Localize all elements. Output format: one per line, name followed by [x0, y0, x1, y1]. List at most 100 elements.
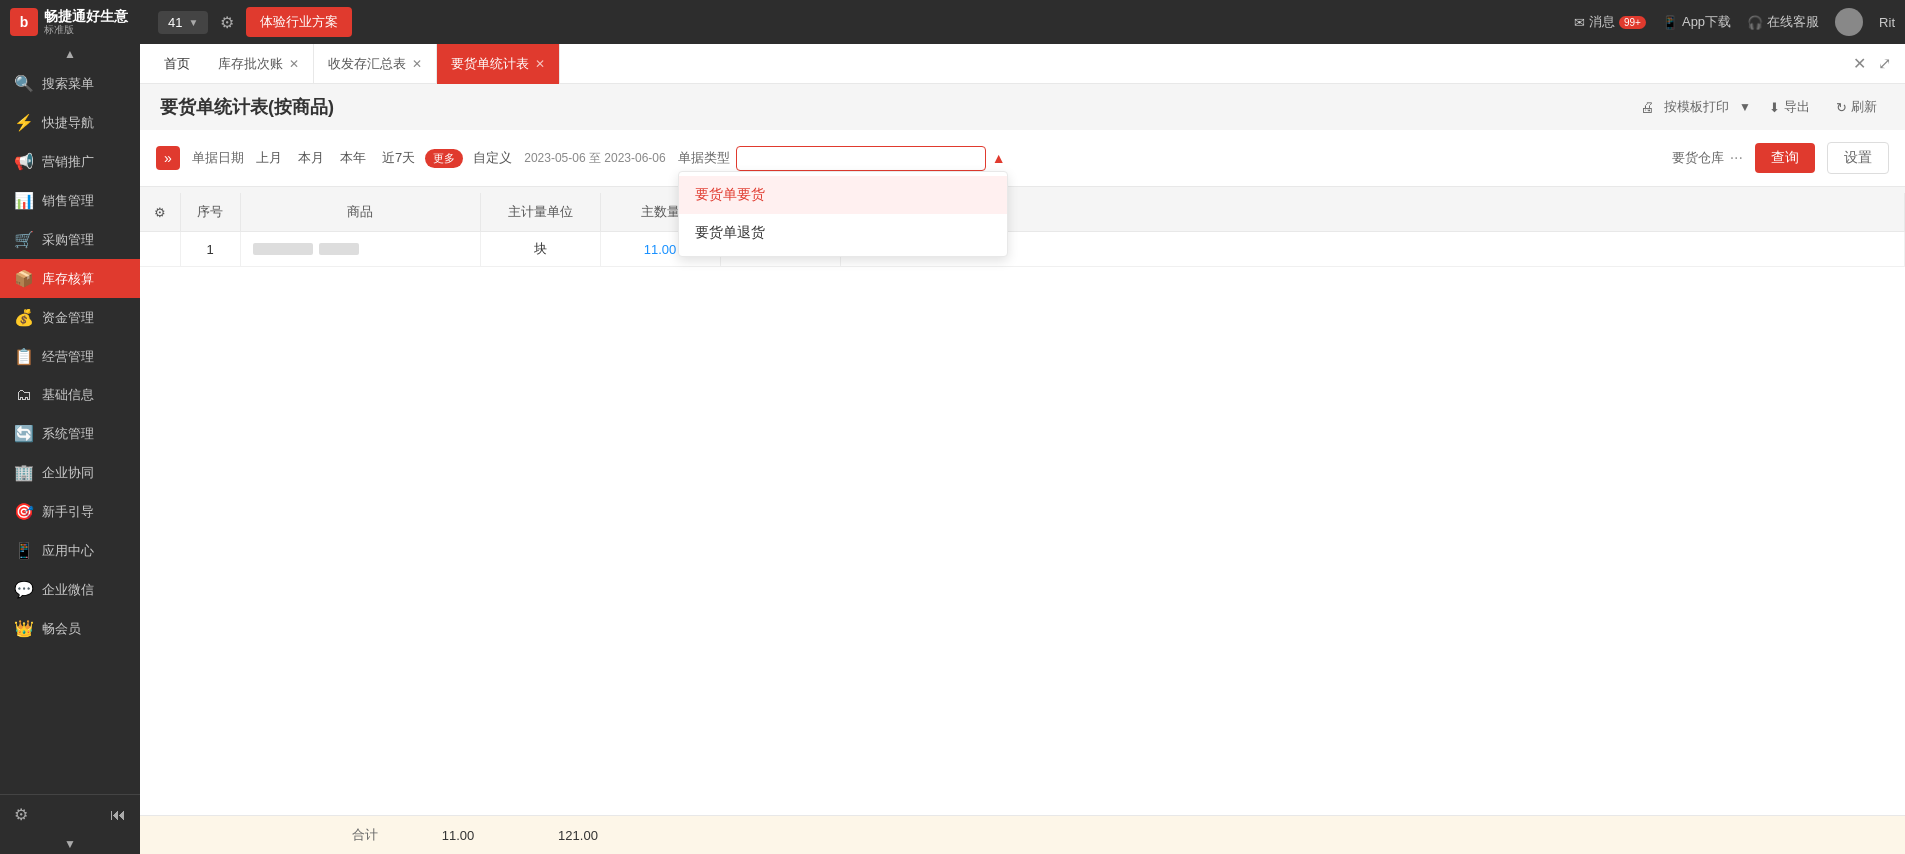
refresh-button[interactable]: ↻ 刷新: [1828, 94, 1885, 120]
filter-settings-button[interactable]: 设置: [1827, 142, 1889, 174]
date-last-month-button[interactable]: 上月: [250, 147, 288, 169]
tab-controls: ✕ ⤢: [1849, 50, 1895, 77]
sidebar-item-label: 销售管理: [42, 192, 94, 210]
purchase-icon: 🛒: [14, 230, 34, 249]
page-actions: 🖨 按模板打印 ▼ ⬇ 导出 ↻ 刷新: [1640, 94, 1885, 120]
base-info-icon: 🗂: [14, 386, 34, 404]
settings-gear-button[interactable]: ⚙: [216, 9, 238, 36]
warehouse-more-icon[interactable]: ···: [1730, 149, 1743, 167]
top-header: b 畅捷通好生意 标准版 41 ▼ ⚙ 体验行业方案 ✉ 消息 99+ 📱 Ap…: [0, 0, 1905, 44]
sidebar-item-search[interactable]: 🔍 搜索菜单: [0, 64, 140, 103]
sidebar-scroll-up-button[interactable]: ▲: [64, 47, 76, 61]
tab-requisition-summary-close-icon[interactable]: ✕: [535, 57, 545, 71]
tab-requisition-summary[interactable]: 要货单统计表 ✕: [437, 44, 560, 84]
col-settings[interactable]: ⚙: [140, 193, 180, 232]
sidebar-item-operations[interactable]: 📋 经营管理: [0, 337, 140, 376]
sidebar-item-member[interactable]: 👑 畅会员: [0, 609, 140, 648]
tab-expand-button[interactable]: ⤢: [1874, 50, 1895, 77]
sidebar-item-wechat[interactable]: 💬 企业微信: [0, 570, 140, 609]
member-icon: 👑: [14, 619, 34, 638]
company-dropdown-arrow-icon: ▼: [188, 17, 198, 28]
sidebar-item-label: 营销推广: [42, 153, 94, 171]
sidebar-settings-button[interactable]: ⚙: [14, 805, 28, 824]
tab-close-window-button[interactable]: ✕: [1849, 50, 1870, 77]
message-icon: ✉: [1574, 15, 1585, 30]
sidebar-item-label: 采购管理: [42, 231, 94, 249]
query-button[interactable]: 查询: [1755, 143, 1815, 173]
company-selector[interactable]: 41 ▼: [158, 11, 208, 34]
tab-requisition-summary-label: 要货单统计表: [451, 55, 529, 73]
col-unit: 主计量单位: [480, 193, 600, 232]
tab-receive-summary-label: 收发存汇总表: [328, 55, 406, 73]
date-this-month-button[interactable]: 本月: [292, 147, 330, 169]
sidebar-item-base-info[interactable]: 🗂 基础信息: [0, 376, 140, 414]
type-input[interactable]: [736, 146, 986, 171]
sales-icon: 📊: [14, 191, 34, 210]
export-button[interactable]: ⬇ 导出: [1761, 94, 1818, 120]
marketing-icon: 📢: [14, 152, 34, 171]
warehouse-label: 要货仓库: [1672, 149, 1724, 167]
date-more-button[interactable]: 更多: [425, 149, 463, 168]
sidebar-item-quick-nav[interactable]: ⚡ 快捷导航: [0, 103, 140, 142]
app-brand: 畅捷通好生意 标准版: [44, 8, 128, 37]
user-avatar[interactable]: [1835, 8, 1863, 36]
export-icon: ⬇: [1769, 100, 1780, 115]
warehouse-filter-group: 要货仓库 ···: [1672, 149, 1743, 167]
filter-expand-button[interactable]: »: [156, 146, 180, 170]
sidebar-item-label: 资金管理: [42, 309, 94, 327]
sidebar-item-enterprise[interactable]: 🏢 企业协同: [0, 453, 140, 492]
tab-inventory-batch[interactable]: 库存批次账 ✕: [204, 44, 314, 84]
type-dropdown-arrow-icon[interactable]: ▲: [992, 150, 1006, 166]
quantity-link[interactable]: 11.00: [644, 242, 677, 257]
tab-home[interactable]: 首页: [150, 44, 204, 84]
messages-action[interactable]: ✉ 消息 99+: [1574, 13, 1646, 31]
print-button[interactable]: 按模板打印: [1656, 94, 1737, 120]
col-index: 序号: [180, 193, 240, 232]
sidebar-item-app-center[interactable]: 📱 应用中心: [0, 531, 140, 570]
sidebar-item-marketing[interactable]: 📢 营销推广: [0, 142, 140, 181]
type-label: 单据类型: [678, 149, 730, 167]
sidebar-item-guide[interactable]: 🎯 新手引导: [0, 492, 140, 531]
print-dropdown-arrow-icon[interactable]: ▼: [1739, 100, 1751, 114]
sidebar-bottom: ⚙ ⏮: [0, 794, 140, 834]
enterprise-icon: 🏢: [14, 463, 34, 482]
tab-inventory-batch-close-icon[interactable]: ✕: [289, 57, 299, 71]
page-title: 要货单统计表(按商品): [160, 95, 334, 119]
header-left: b 畅捷通好生意 标准版 41 ▼ ⚙ 体验行业方案: [10, 7, 352, 37]
print-btn-group: 🖨 按模板打印 ▼: [1640, 94, 1751, 120]
page-header: 要货单统计表(按商品) 🖨 按模板打印 ▼ ⬇ 导出 ↻ 刷新: [140, 84, 1905, 130]
date-this-year-button[interactable]: 本年: [334, 147, 372, 169]
sidebar-item-label: 搜索菜单: [42, 75, 94, 93]
sidebar-collapse-button[interactable]: ⏮: [110, 806, 126, 824]
sidebar-item-label: 快捷导航: [42, 114, 94, 132]
col-settings-icon: ⚙: [154, 205, 166, 220]
sidebar-item-sales[interactable]: 📊 销售管理: [0, 181, 140, 220]
filter-bar: » 单据日期 上月 本月 本年 近7天 更多 自定义 2023-05-06 至 …: [140, 130, 1905, 187]
app-download-action[interactable]: 📱 App下载: [1662, 13, 1731, 31]
tab-receive-summary[interactable]: 收发存汇总表 ✕: [314, 44, 437, 84]
search-icon: 🔍: [14, 74, 34, 93]
sidebar-item-inventory[interactable]: 📦 库存核算: [0, 259, 140, 298]
date-custom-button[interactable]: 自定义: [467, 147, 518, 169]
sidebar-item-label: 库存核算: [42, 270, 94, 288]
sidebar-item-label: 企业协同: [42, 464, 94, 482]
guide-icon: 🎯: [14, 502, 34, 521]
messages-badge: 99+: [1619, 16, 1646, 29]
sidebar-scroll-top: ▲: [0, 44, 140, 64]
sidebar-item-system[interactable]: 🔄 系统管理: [0, 414, 140, 453]
dropdown-option-requisition-order[interactable]: 要货单要货: [679, 176, 1007, 214]
dropdown-option-requisition-return[interactable]: 要货单退货: [679, 214, 1007, 252]
finance-icon: 💰: [14, 308, 34, 327]
tab-receive-summary-close-icon[interactable]: ✕: [412, 57, 422, 71]
table-header-row: ⚙ 序号 商品 主计量单位 主数量 零售金额: [140, 193, 1905, 232]
username-text: Rit: [1879, 15, 1895, 30]
sidebar-item-finance[interactable]: 💰 资金管理: [0, 298, 140, 337]
sidebar-item-label: 企业微信: [42, 581, 94, 599]
product-cell-content: [253, 243, 468, 255]
trial-button[interactable]: 体验行业方案: [246, 7, 352, 37]
sidebar-item-purchase[interactable]: 🛒 采购管理: [0, 220, 140, 259]
sidebar-item-label: 畅会员: [42, 620, 81, 638]
date-7days-button[interactable]: 近7天: [376, 147, 421, 169]
sidebar-scroll-down-button[interactable]: ▼: [64, 837, 76, 851]
online-service-action[interactable]: 🎧 在线客服: [1747, 13, 1819, 31]
